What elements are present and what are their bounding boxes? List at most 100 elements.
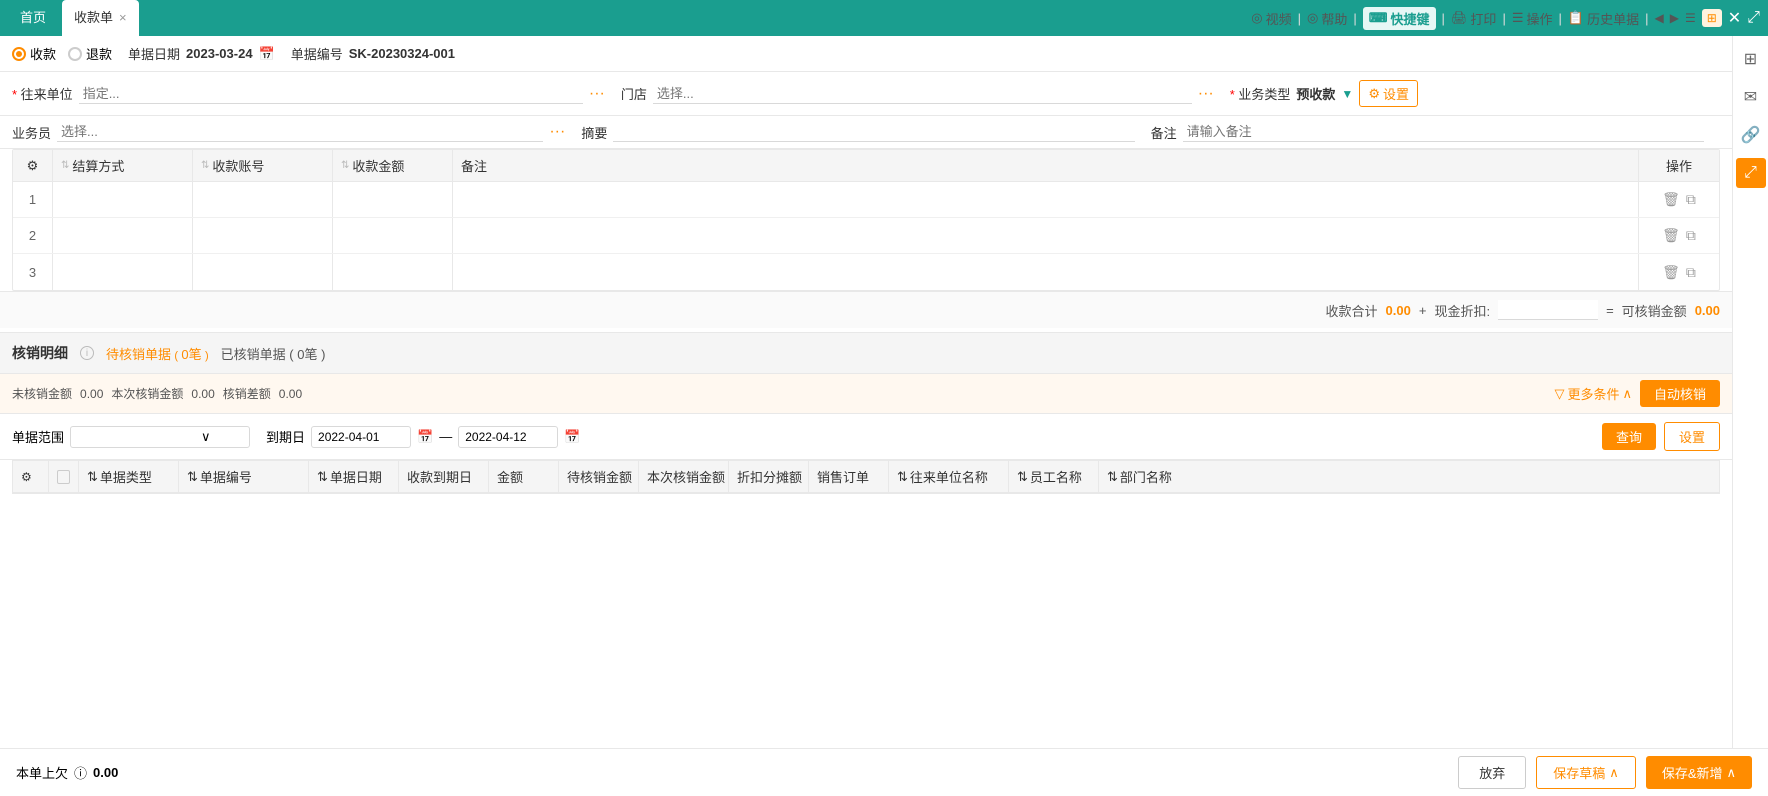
verification-info-icon[interactable]: i — [80, 346, 94, 360]
filter-icon: ▽ — [1554, 386, 1564, 402]
shop-more-btn[interactable]: ··· — [1198, 85, 1214, 103]
right-panel-table-icon[interactable]: ⊞ — [1736, 44, 1766, 74]
save-dropdown-icon: ∧ — [1726, 765, 1736, 781]
right-panel-mail-icon[interactable]: ✉ — [1736, 82, 1766, 112]
tab-close-btn[interactable]: × — [119, 0, 127, 36]
prev-debt-icon[interactable]: ⓘ — [74, 763, 87, 782]
operation-btn[interactable]: ☰ 操作 — [1512, 9, 1553, 28]
grid-btn[interactable]: ⊞ — [1702, 9, 1722, 27]
number-label: 单据编号 — [291, 44, 343, 63]
row3-delete-icon[interactable]: 🗑 — [1662, 264, 1680, 281]
discount-input[interactable] — [1498, 300, 1598, 320]
current-label: 本次核销金额 — [111, 385, 183, 402]
prev-debt-label: 本单上欠 — [16, 763, 68, 782]
date-label: 单据日期 — [128, 44, 180, 63]
gear-icon: ⚙ — [1368, 86, 1380, 102]
more-conditions-btn[interactable]: ▽ 更多条件 ∧ — [1554, 384, 1632, 403]
setting-button[interactable]: ⚙ 设置 — [1359, 80, 1418, 107]
th-account: ⇅ 收款账号 — [193, 150, 333, 181]
counterparty-group: 往来单位 ··· — [12, 80, 621, 107]
payment-table: ⚙ ⇅ 结算方式 ⇅ 收款账号 ⇅ 收款金额 备注 操作 1 — [12, 149, 1720, 291]
summary-label: 摘要 — [581, 123, 607, 142]
footer-left: 本单上欠 ⓘ 0.00 — [16, 763, 118, 782]
query-btn[interactable]: 查询 — [1602, 423, 1656, 450]
table-row: 3 🗑 ⧉ — [13, 254, 1719, 290]
nav-home[interactable]: 首页 — [8, 0, 58, 36]
video-btn[interactable]: ◎ 视频 — [1251, 9, 1291, 28]
row1-copy-icon[interactable]: ⧉ — [1686, 191, 1696, 208]
th-config[interactable]: ⚙ — [13, 150, 53, 181]
staff-label: 业务员 — [12, 123, 51, 142]
remark-input[interactable] — [1183, 122, 1704, 142]
nav-tab-receipt[interactable]: 收款单 × — [62, 0, 139, 36]
pending-invoices-link[interactable]: 待核销单据 ( 0笔 ) — [106, 344, 209, 363]
keyboard-icon: ⌨ — [1369, 10, 1388, 26]
counterparty-input[interactable] — [79, 84, 583, 104]
window-close-btn[interactable]: ✕ — [1728, 8, 1741, 28]
radio-refund[interactable]: 退款 — [68, 44, 112, 63]
radio-collect[interactable]: 收款 — [12, 44, 56, 63]
summary-group: 摘要 — [581, 122, 1150, 142]
th-amount: ⇅ 收款金额 — [333, 150, 453, 181]
due-date-to-input[interactable] — [458, 426, 558, 448]
staff-input[interactable] — [57, 122, 543, 142]
fields-row1: 往来单位 ··· 门店 ··· 业务类型 预收款 ▼ ⚙ 设置 — [0, 72, 1732, 116]
business-type-value: 预收款 — [1296, 84, 1335, 103]
next-page-btn[interactable]: ▶ — [1670, 11, 1679, 25]
due-date-from-input[interactable] — [311, 426, 411, 448]
discard-btn[interactable]: 放弃 — [1458, 756, 1526, 789]
select-all-checkbox[interactable] — [57, 470, 70, 484]
shortcut-btn[interactable]: ⌨ 快捷键 — [1363, 7, 1436, 30]
calendar-from-icon[interactable]: 📅 — [417, 429, 433, 445]
window-restore-btn[interactable]: ⤢ — [1747, 9, 1760, 27]
video-icon: ◎ — [1251, 10, 1262, 26]
footer-actions: 放弃 保存草稿 ∧ 保存&新增 ∧ — [1458, 756, 1752, 789]
summary-input[interactable] — [613, 122, 1134, 142]
filter-setting-btn[interactable]: 设置 — [1664, 422, 1720, 451]
prev-page-btn[interactable]: ◀ — [1654, 11, 1663, 25]
business-type-dropdown[interactable]: ▼ — [1341, 87, 1353, 101]
row3-copy-icon[interactable]: ⧉ — [1686, 264, 1696, 281]
calendar-icon[interactable]: 📅 — [259, 46, 275, 62]
range-dropdown-icon[interactable]: ∨ — [201, 429, 211, 445]
right-panel: ⊞ ✉ 🔗 ⤢ — [1732, 36, 1768, 796]
page-footer: 本单上欠 ⓘ 0.00 放弃 保存草稿 ∧ 保存&新增 ∧ — [0, 748, 1768, 796]
bth-staff: ⇅ 员工名称 — [1009, 461, 1099, 492]
shop-input[interactable] — [653, 84, 1192, 104]
prev-debt-value: 0.00 — [93, 765, 118, 780]
date-field: 单据日期 2023-03-24 📅 — [128, 44, 275, 63]
history-btn[interactable]: 📋 历史单据 — [1568, 9, 1639, 28]
verifiable-value: 0.00 — [1695, 303, 1720, 318]
row2-copy-icon[interactable]: ⧉ — [1686, 227, 1696, 244]
sort-icon: ⇅ — [317, 469, 328, 485]
payment-type-radio: 收款 退款 — [12, 44, 112, 63]
sort-icon: ⇅ — [1017, 469, 1028, 485]
print-btn[interactable]: 🖨 打印 — [1451, 9, 1497, 28]
counterparty-more-btn[interactable]: ··· — [589, 85, 605, 103]
range-input[interactable] — [77, 430, 197, 444]
bth-config[interactable]: ⚙ — [13, 461, 49, 492]
bth-current: 本次核销金额 — [639, 461, 729, 492]
current-value: 0.00 — [191, 387, 214, 401]
row1-delete-icon[interactable]: 🗑 — [1662, 191, 1680, 208]
right-panel-attach-icon[interactable]: 🔗 — [1736, 120, 1766, 150]
date-value: 2023-03-24 — [186, 46, 253, 61]
history-icon: 📋 — [1568, 10, 1584, 26]
save-draft-btn[interactable]: 保存草稿 ∧ — [1536, 756, 1636, 789]
row2-delete-icon[interactable]: 🗑 — [1662, 227, 1680, 244]
bth-checkbox[interactable] — [49, 461, 79, 492]
staff-more-btn[interactable]: ··· — [549, 123, 565, 141]
calendar-to-icon[interactable]: 📅 — [564, 429, 580, 445]
sort-icon: ⇅ — [87, 469, 98, 485]
th-settlement: ⇅ 结算方式 — [53, 150, 193, 181]
th-note: 备注 — [453, 150, 1639, 181]
help-btn[interactable]: ◎ 帮助 — [1307, 9, 1347, 28]
save-new-btn[interactable]: 保存&新增 ∧ — [1646, 756, 1752, 789]
summary-row: 收款合计 0.00 + 现金折扣: = 可核销金额 0.00 — [0, 291, 1732, 328]
remark-group: 备注 — [1151, 122, 1720, 142]
range-label: 单据范围 — [12, 427, 64, 446]
auto-verify-btn[interactable]: 自动核销 — [1640, 380, 1720, 407]
right-panel-expand-icon[interactable]: ⤢ — [1736, 158, 1766, 188]
menu-btn[interactable]: ☰ — [1685, 11, 1696, 25]
verification-section: 核销明细 i 待核销单据 ( 0笔 ) 已核销单据 ( 0笔 ) — [0, 332, 1732, 373]
